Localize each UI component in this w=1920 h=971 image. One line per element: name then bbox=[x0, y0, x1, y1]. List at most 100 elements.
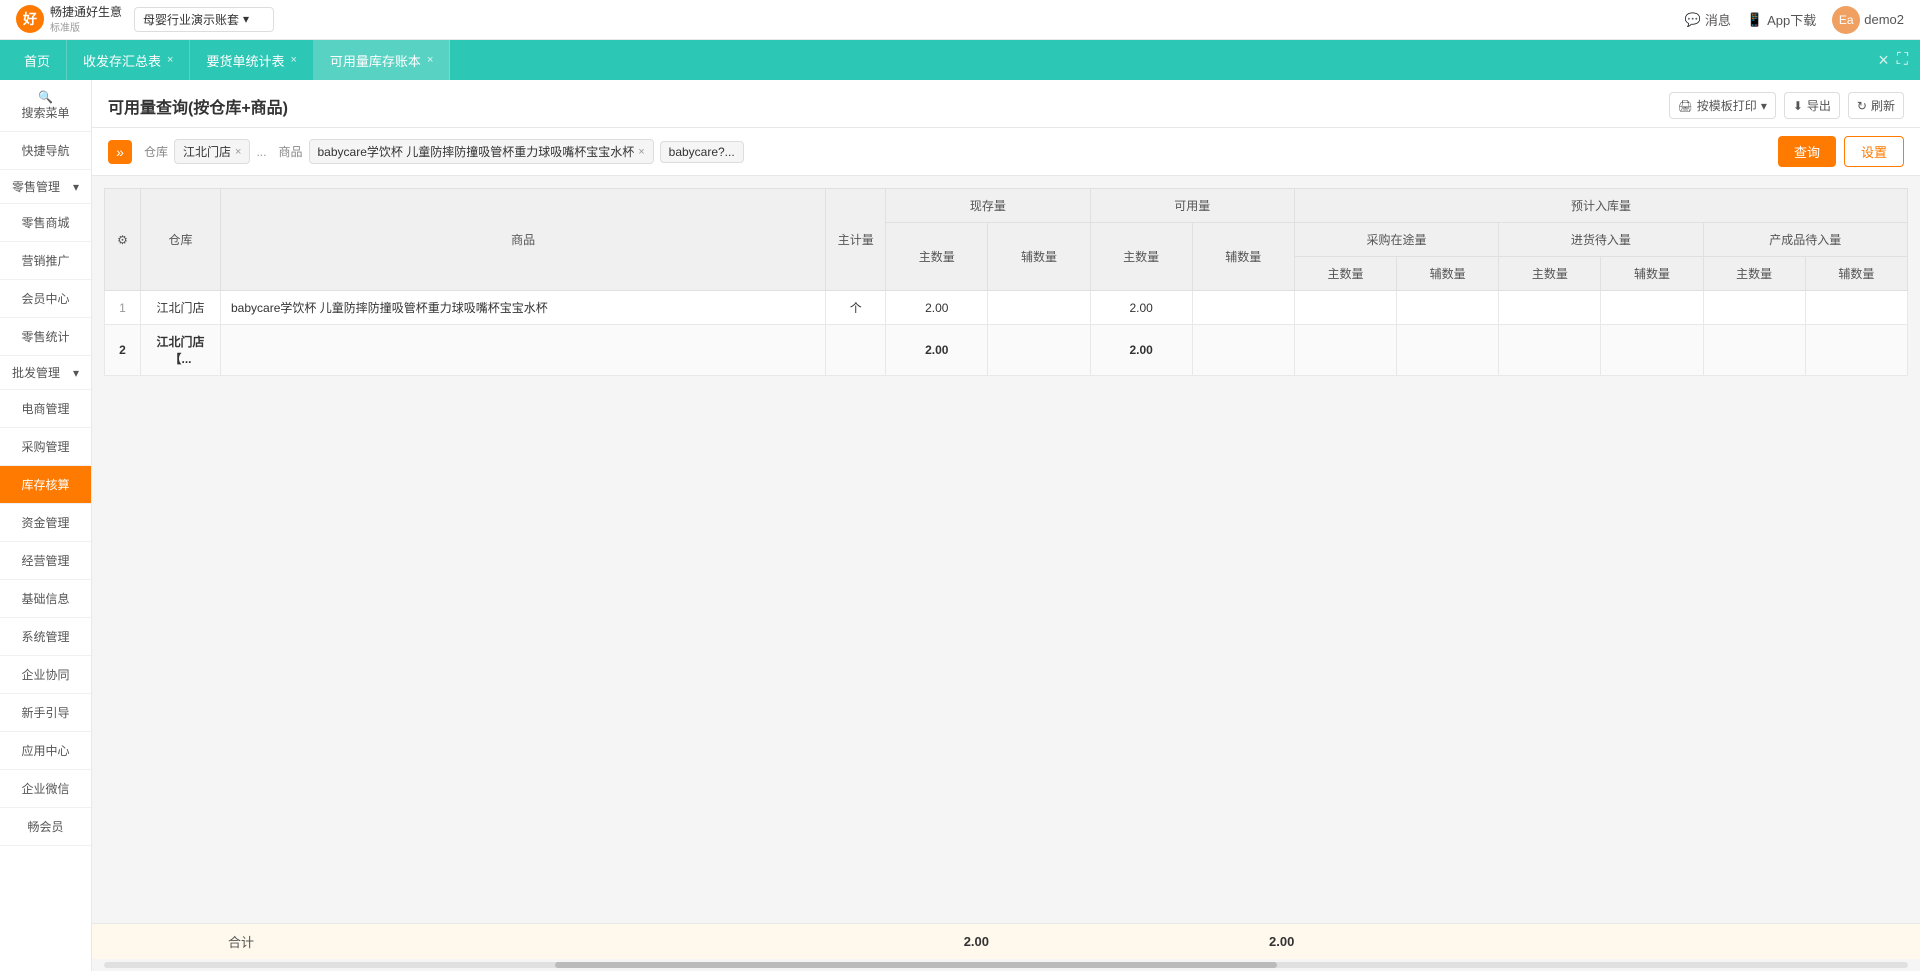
th-warehouse: 仓库 bbox=[141, 189, 221, 291]
message-icon: 💬 bbox=[1685, 12, 1701, 28]
total-avail-main: 2.00 bbox=[1269, 934, 1294, 949]
marketing-label: 营销推广 bbox=[21, 254, 69, 268]
sidebar-item-enterprise-wechat[interactable]: 企业微信 bbox=[0, 770, 91, 808]
tab-receive-summary-close[interactable]: × bbox=[167, 54, 173, 66]
scroll-track[interactable] bbox=[104, 962, 1908, 968]
export-button[interactable]: ⬇ 导出 bbox=[1784, 92, 1840, 119]
warehouse-filter-tag[interactable]: 江北门店 × bbox=[174, 139, 250, 164]
tab-order-stats-close[interactable]: × bbox=[290, 54, 296, 66]
warehouse-remove-icon[interactable]: × bbox=[235, 146, 241, 158]
app-download-action[interactable]: 📱 App下载 bbox=[1747, 10, 1816, 29]
fullscreen-icon[interactable]: ⛶ bbox=[1897, 51, 1908, 69]
th-inbound-pending-group: 进货待入量 bbox=[1499, 223, 1703, 257]
sidebar-item-retail-mgmt[interactable]: 零售管理 ▾ bbox=[0, 170, 91, 204]
user-action[interactable]: Ea demo2 bbox=[1832, 6, 1904, 34]
filter-expand-button[interactable]: » bbox=[108, 140, 132, 164]
tab-receive-summary[interactable]: 收发存汇总表 × bbox=[67, 40, 190, 80]
scroll-thumb[interactable] bbox=[555, 962, 1277, 968]
username: demo2 bbox=[1864, 12, 1904, 27]
row-purchase-aux bbox=[1397, 291, 1499, 325]
print-template-button[interactable]: 🖨 按模板打印 ▾ bbox=[1669, 92, 1776, 119]
th-settings[interactable]: ⚙ bbox=[105, 189, 141, 291]
chevron-down-icon: ▾ bbox=[243, 12, 249, 26]
sidebar-item-finance[interactable]: 资金管理 bbox=[0, 504, 91, 542]
warehouse-more[interactable]: ... bbox=[256, 145, 266, 159]
th-avail-main: 主数量 bbox=[1090, 223, 1192, 291]
product-remove-icon-1[interactable]: × bbox=[638, 146, 644, 158]
tab-home[interactable]: 首页 bbox=[8, 40, 67, 80]
sidebar-item-retail-mall[interactable]: 零售商城 bbox=[0, 204, 91, 242]
th-unit: 主计量 bbox=[826, 189, 886, 291]
tab-home-label: 首页 bbox=[24, 51, 50, 70]
page-header: 可用量查询(按仓库+商品) 🖨 按模板打印 ▾ ⬇ 导出 ↻ 刷新 bbox=[92, 80, 1920, 128]
inventory-label: 库存核算 bbox=[21, 478, 69, 492]
subtotal-product-main bbox=[1703, 325, 1805, 376]
settings-button[interactable]: 设置 bbox=[1844, 136, 1904, 167]
subtotal-avail-aux bbox=[1192, 325, 1294, 376]
sidebar-item-operations[interactable]: 经营管理 bbox=[0, 542, 91, 580]
sidebar-item-member[interactable]: 会员中心 bbox=[0, 280, 91, 318]
tab-available-stock[interactable]: 可用量库存账本 × bbox=[314, 40, 450, 80]
refresh-button[interactable]: ↻ 刷新 bbox=[1848, 92, 1904, 119]
th-current-aux: 辅数量 bbox=[988, 223, 1090, 291]
product-filter-tag-2[interactable]: babycare?... bbox=[660, 141, 744, 163]
avatar: Ea bbox=[1832, 6, 1860, 34]
quicknav-label: 快捷导航 bbox=[21, 144, 69, 158]
query-button[interactable]: 查询 bbox=[1778, 136, 1836, 167]
subtotal-avail-main: 2.00 bbox=[1090, 325, 1192, 376]
page-actions: 🖨 按模板打印 ▾ ⬇ 导出 ↻ 刷新 bbox=[1669, 92, 1904, 119]
chevron-down-icon: ▾ bbox=[73, 180, 79, 194]
warehouse-filter-label: 仓库 bbox=[144, 143, 168, 160]
sidebar-item-inventory[interactable]: 库存核算 bbox=[0, 466, 91, 504]
sidebar-item-ecommerce[interactable]: 电商管理 bbox=[0, 390, 91, 428]
subtotal-product-aux bbox=[1805, 325, 1907, 376]
top-bar: 好 畅捷通好生意 标准版 母婴行业演示账套 ▾ 💬 消息 📱 App下载 Ea … bbox=[0, 0, 1920, 40]
tab-available-stock-close[interactable]: × bbox=[427, 54, 433, 66]
purchase-label: 采购管理 bbox=[21, 440, 69, 454]
th-planned-inbound-group: 预计入库量 bbox=[1294, 189, 1907, 223]
logo-text: 畅捷通好生意 bbox=[50, 5, 122, 19]
sidebar: 🔍 搜索菜单 快捷导航 零售管理 ▾ 零售商城 营销推广 会员中心 零售统计 批… bbox=[0, 80, 92, 971]
sidebar-item-marketing[interactable]: 营销推广 bbox=[0, 242, 91, 280]
sidebar-item-retail-stats[interactable]: 零售统计 bbox=[0, 318, 91, 356]
tab-order-stats[interactable]: 要货单统计表 × bbox=[190, 40, 313, 80]
th-product: 商品 bbox=[221, 189, 826, 291]
total-current-main: 2.00 bbox=[964, 934, 989, 949]
retail-mall-label: 零售商城 bbox=[21, 216, 69, 230]
retail-mgmt-label: 零售管理 bbox=[12, 178, 60, 195]
refresh-label: 刷新 bbox=[1871, 97, 1895, 114]
message-action[interactable]: 💬 消息 bbox=[1685, 10, 1731, 29]
sidebar-item-basic-info[interactable]: 基础信息 bbox=[0, 580, 91, 618]
industry-selector[interactable]: 母婴行业演示账套 ▾ bbox=[134, 7, 274, 32]
row-purchase-main bbox=[1294, 291, 1396, 325]
sidebar-item-enterprise[interactable]: 企业协同 bbox=[0, 656, 91, 694]
product-filter-tag-1[interactable]: babycare学饮杯 儿童防摔防撞吸管杯重力球吸嘴杯宝宝水杯 × bbox=[309, 139, 654, 164]
page-title: 可用量查询(按仓库+商品) bbox=[108, 94, 288, 118]
subtotal-current-aux bbox=[988, 325, 1090, 376]
printer-icon: 🖨 bbox=[1678, 99, 1693, 113]
query-label: 查询 bbox=[1794, 145, 1820, 160]
subtotal-purchase-aux bbox=[1397, 325, 1499, 376]
enterprise-label: 企业协同 bbox=[21, 668, 69, 682]
operations-label: 经营管理 bbox=[21, 554, 69, 568]
row-warehouse: 江北门店 bbox=[141, 291, 221, 325]
top-bar-left: 好 畅捷通好生意 标准版 母婴行业演示账套 ▾ bbox=[16, 5, 274, 34]
close-all-icon[interactable]: × bbox=[1878, 50, 1889, 71]
sidebar-item-member-vip[interactable]: 畅会员 bbox=[0, 808, 91, 846]
sidebar-item-purchase[interactable]: 采购管理 bbox=[0, 428, 91, 466]
sidebar-item-wholesale-mgmt[interactable]: 批发管理 ▾ bbox=[0, 356, 91, 390]
row-product-aux bbox=[1805, 291, 1907, 325]
sidebar-item-app-center[interactable]: 应用中心 bbox=[0, 732, 91, 770]
row-current-aux bbox=[988, 291, 1090, 325]
sidebar-item-system[interactable]: 系统管理 bbox=[0, 618, 91, 656]
th-purchase-aux: 辅数量 bbox=[1397, 257, 1499, 291]
sidebar-item-new-guide[interactable]: 新手引导 bbox=[0, 694, 91, 732]
sidebar-item-quicknav[interactable]: 快捷导航 bbox=[0, 132, 91, 170]
finance-label: 资金管理 bbox=[21, 516, 69, 530]
th-current-main: 主数量 bbox=[886, 223, 988, 291]
subtotal-inbound-main bbox=[1499, 325, 1601, 376]
retail-stats-label: 零售统计 bbox=[21, 330, 69, 344]
sidebar-item-search[interactable]: 🔍 搜索菜单 bbox=[0, 80, 91, 132]
print-template-label: 按模板打印 bbox=[1697, 97, 1757, 114]
subtotal-current-main: 2.00 bbox=[886, 325, 988, 376]
